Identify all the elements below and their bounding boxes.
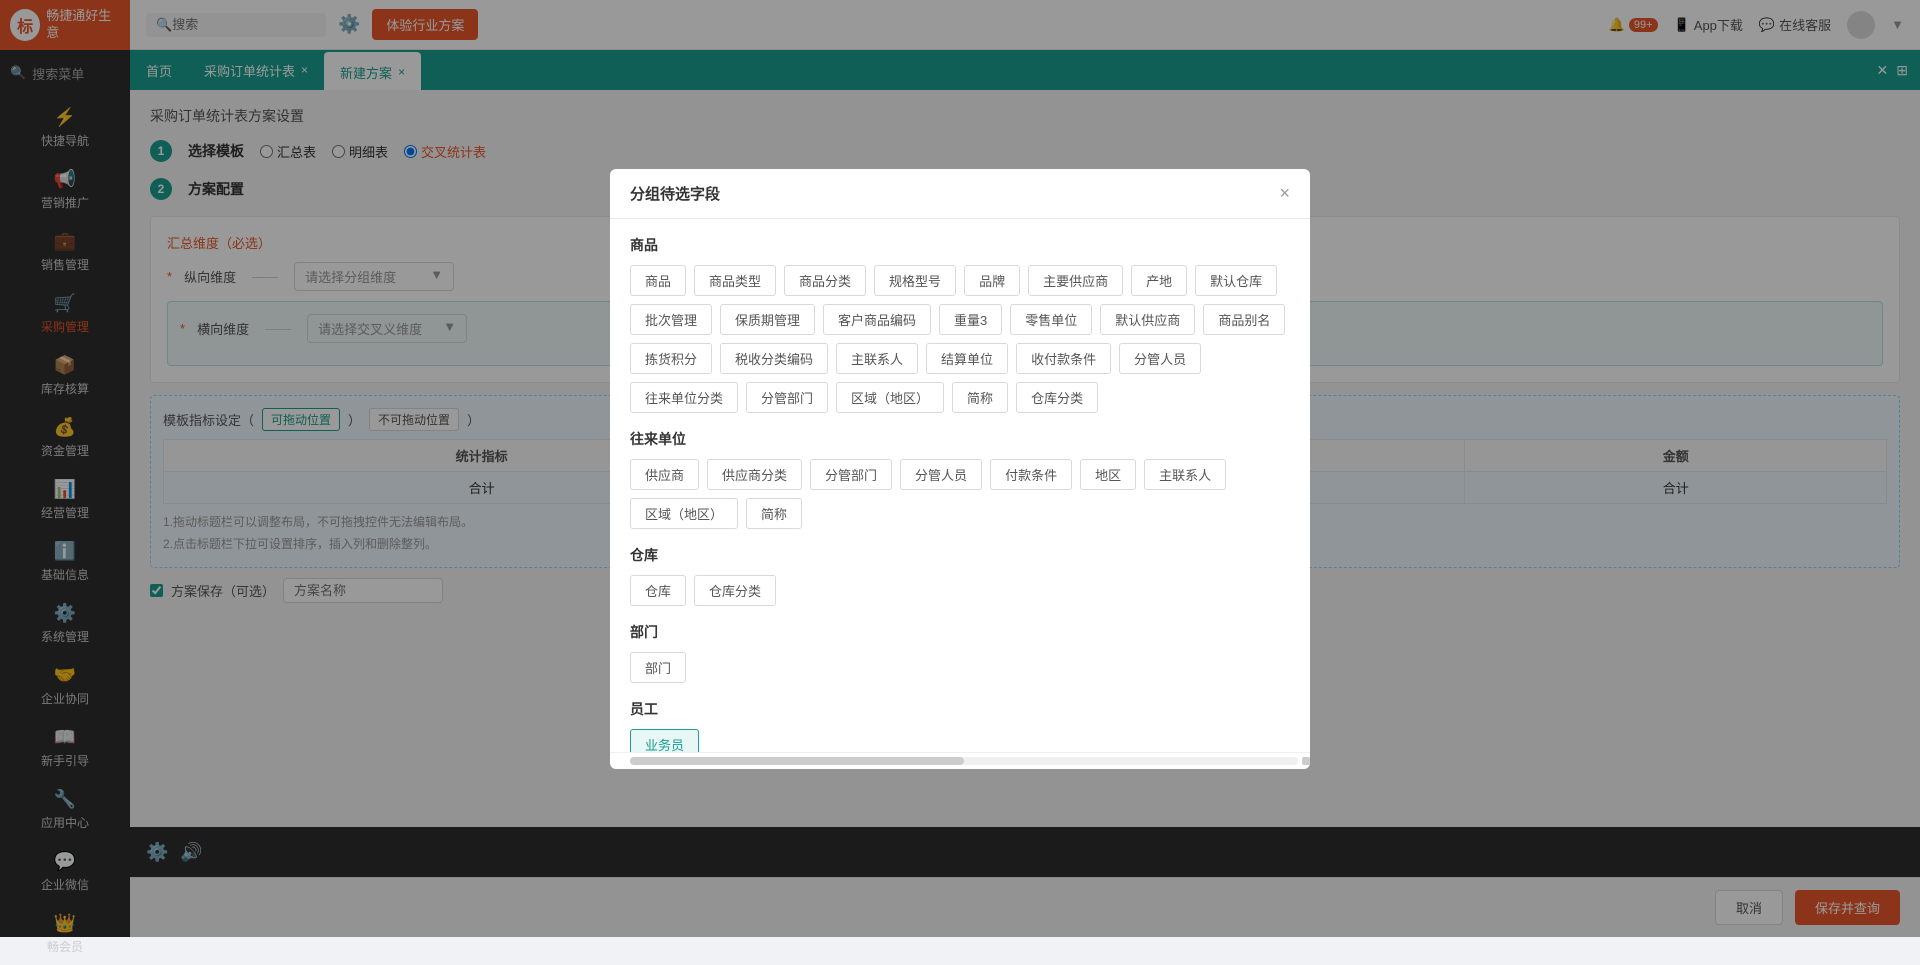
chip-warehouse[interactable]: 仓库: [630, 575, 686, 606]
chip-origin[interactable]: 产地: [1131, 265, 1187, 296]
warehouse-chips: 仓库 仓库分类: [630, 575, 1290, 606]
field-select-modal: 分组待选字段 × 商品 商品 商品类型 商品分类 规格型号 品牌 主要供应商 产…: [610, 169, 1310, 769]
chip-retail-unit[interactable]: 零售单位: [1010, 304, 1092, 335]
chip-spec-model[interactable]: 规格型号: [874, 265, 956, 296]
chip-weight[interactable]: 重量3: [939, 304, 1002, 335]
chip-expiry[interactable]: 保质期管理: [720, 304, 815, 335]
chip-dept[interactable]: 分管部门: [746, 382, 828, 413]
employee-chips: 业务员: [630, 729, 1290, 752]
chip-main-supplier[interactable]: 主要供应商: [1028, 265, 1123, 296]
scrollbar-right-arrow[interactable]: [1302, 757, 1310, 765]
chip-region2[interactable]: 区域（地区）: [630, 498, 738, 529]
chip-area[interactable]: 地区: [1080, 459, 1136, 490]
chip-payment-cond[interactable]: 付款条件: [990, 459, 1072, 490]
modal-header: 分组待选字段 ×: [610, 169, 1310, 219]
chip-default-supplier[interactable]: 默认供应商: [1100, 304, 1195, 335]
department-section-title: 部门: [630, 622, 1290, 642]
product-chips: 商品 商品类型 商品分类 规格型号 品牌 主要供应商 产地 默认仓库 批次管理 …: [630, 265, 1290, 413]
modal-title: 分组待选字段: [630, 183, 720, 204]
product-section: 商品 商品 商品类型 商品分类 规格型号 品牌 主要供应商 产地 默认仓库 批次…: [630, 235, 1290, 413]
chip-short-name[interactable]: 简称: [952, 382, 1008, 413]
chip-product[interactable]: 商品: [630, 265, 686, 296]
chip-manager2[interactable]: 分管人员: [900, 459, 982, 490]
chip-batch[interactable]: 批次管理: [630, 304, 712, 335]
counterparty-chips: 供应商 供应商分类 分管部门 分管人员 付款条件 地区 主联系人 区域（地区） …: [630, 459, 1290, 529]
counterparty-section-title: 往来单位: [630, 429, 1290, 449]
chip-customer-code[interactable]: 客户商品编码: [823, 304, 931, 335]
employee-section: 员工 业务员: [630, 699, 1290, 752]
chip-main-contact[interactable]: 主联系人: [836, 343, 918, 374]
chip-default-warehouse[interactable]: 默认仓库: [1195, 265, 1277, 296]
chip-warehouse-cat[interactable]: 仓库分类: [1016, 382, 1098, 413]
warehouse-section: 仓库 仓库 仓库分类: [630, 545, 1290, 606]
modal-hscrollbar-thumb: [630, 757, 964, 765]
product-section-title: 商品: [630, 235, 1290, 255]
chip-alias[interactable]: 商品别名: [1203, 304, 1285, 335]
department-section: 部门 部门: [630, 622, 1290, 683]
modal-close-button[interactable]: ×: [1279, 183, 1290, 204]
chip-manager[interactable]: 分管人员: [1119, 343, 1201, 374]
modal-hscrollbar[interactable]: [630, 757, 1298, 765]
chip-dept2[interactable]: 分管部门: [810, 459, 892, 490]
counterparty-section: 往来单位 供应商 供应商分类 分管部门 分管人员 付款条件 地区 主联系人 区域…: [630, 429, 1290, 529]
department-chips: 部门: [630, 652, 1290, 683]
chip-brand[interactable]: 品牌: [964, 265, 1020, 296]
chip-product-category[interactable]: 商品分类: [784, 265, 866, 296]
chip-pick-points[interactable]: 拣货积分: [630, 343, 712, 374]
chip-settlement-unit[interactable]: 结算单位: [926, 343, 1008, 374]
warehouse-section-title: 仓库: [630, 545, 1290, 565]
employee-section-title: 员工: [630, 699, 1290, 719]
chip-product-type[interactable]: 商品类型: [694, 265, 776, 296]
modal-body: 商品 商品 商品类型 商品分类 规格型号 品牌 主要供应商 产地 默认仓库 批次…: [610, 219, 1310, 752]
chip-salesman[interactable]: 业务员: [630, 729, 699, 752]
chip-region[interactable]: 区域（地区）: [836, 382, 944, 413]
modal-overlay: 分组待选字段 × 商品 商品 商品类型 商品分类 规格型号 品牌 主要供应商 产…: [0, 0, 1920, 937]
chip-supplier-cat[interactable]: 供应商分类: [707, 459, 802, 490]
chip-payment-terms[interactable]: 收付款条件: [1016, 343, 1111, 374]
chip-tax-code[interactable]: 税收分类编码: [720, 343, 828, 374]
chip-counterparty-category[interactable]: 往来单位分类: [630, 382, 738, 413]
chip-warehouse-category[interactable]: 仓库分类: [694, 575, 776, 606]
chip-main-contact2[interactable]: 主联系人: [1144, 459, 1226, 490]
chip-supplier[interactable]: 供应商: [630, 459, 699, 490]
chip-short-name2[interactable]: 简称: [746, 498, 802, 529]
chip-department[interactable]: 部门: [630, 652, 686, 683]
